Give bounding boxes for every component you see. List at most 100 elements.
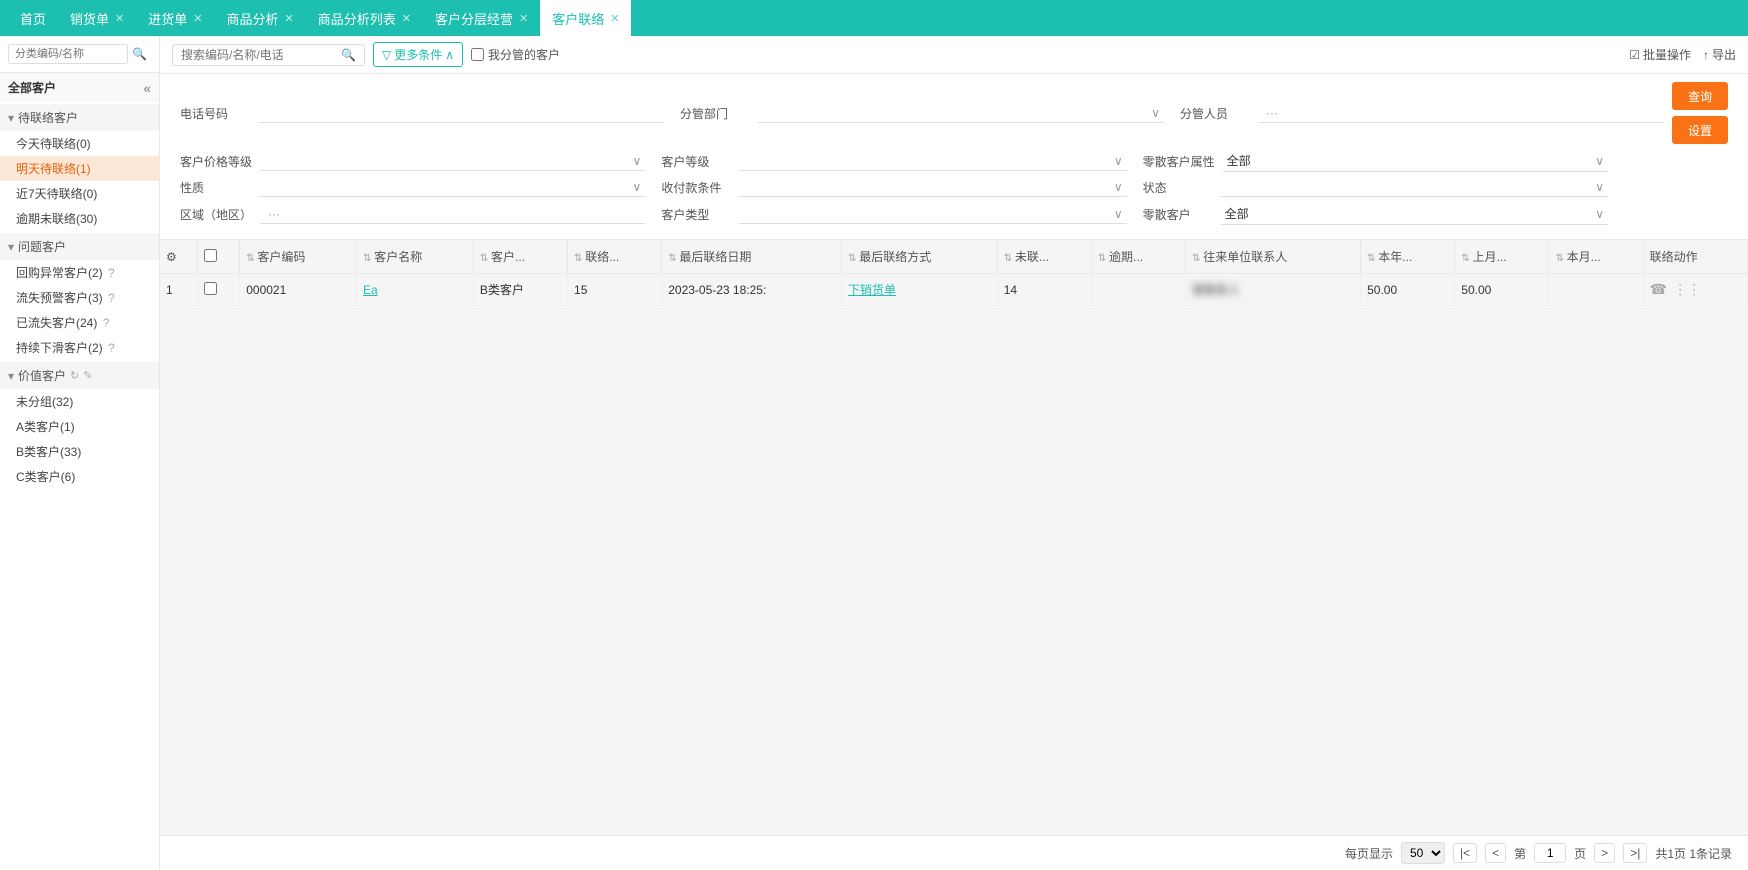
- my-customers-checkbox[interactable]: [471, 48, 484, 61]
- chevron-down-icon-4: ∨: [1595, 154, 1604, 168]
- close-customer-segment-tab[interactable]: ✕: [519, 12, 528, 25]
- sidebar-item-a-class[interactable]: A类客户(1): [0, 414, 159, 439]
- cell-last-month: 50.00: [1455, 274, 1549, 306]
- chevron-down-icon-5: ∨: [633, 180, 642, 194]
- search-button-icon[interactable]: 🔍: [341, 48, 356, 62]
- col-contact-count[interactable]: 联络...: [568, 240, 662, 274]
- col-this-year[interactable]: 本年...: [1361, 240, 1455, 274]
- action-contact-icon[interactable]: ☎: [1650, 281, 1667, 298]
- sidebar-item-overdue[interactable]: 逾期未联络(30): [0, 206, 159, 231]
- col-checkbox[interactable]: [198, 240, 240, 274]
- close-customer-contact-tab[interactable]: ✕: [610, 12, 619, 25]
- table-row: 1 000021 Ea B类客户 15 2023-05-23 18:25: 下销…: [160, 274, 1748, 306]
- filter-manager-select[interactable]: ···: [1258, 104, 1664, 123]
- filter-nature-select[interactable]: ∨: [258, 178, 645, 197]
- filter-region-cell: 区域（地区） ···: [172, 205, 653, 224]
- my-customers-checkbox-area[interactable]: 我分管的客户: [471, 46, 560, 63]
- col-last-contact-method[interactable]: 最后联络方式: [842, 240, 998, 274]
- pending-contact-group[interactable]: 待联络客户: [0, 104, 159, 131]
- nav-purchase[interactable]: 进货单 ✕: [136, 0, 214, 36]
- row-checkbox[interactable]: [204, 282, 217, 295]
- per-page-select[interactable]: 50: [1401, 842, 1445, 864]
- cell-index: 1: [160, 274, 198, 306]
- filter-payment-select[interactable]: ∨: [739, 178, 1126, 197]
- cell-checkbox[interactable]: [198, 274, 240, 306]
- filter-retail-attr-select[interactable]: 全部 ∨: [1223, 150, 1608, 172]
- filter-price-level-select[interactable]: ∨: [260, 152, 645, 171]
- filter-retail-customer-select[interactable]: 全部 ∨: [1221, 203, 1608, 225]
- settings-button[interactable]: 设置: [1672, 116, 1728, 144]
- sidebar-item-week[interactable]: 近7天待联络(0): [0, 181, 159, 206]
- chevron-down-icon-2: ∨: [633, 154, 642, 168]
- prev-page-button[interactable]: <: [1485, 843, 1506, 863]
- batch-ops-button[interactable]: ☑ 批量操作: [1629, 46, 1691, 63]
- action-more-icon[interactable]: ⋮⋮: [1673, 281, 1701, 298]
- col-code[interactable]: 客户编码: [240, 240, 357, 274]
- close-purchase-tab[interactable]: ✕: [193, 12, 202, 25]
- cell-associated-contacts: 某联系人: [1186, 274, 1361, 306]
- sidebar-item-continuous-decline[interactable]: 持续下滑客户(2) ?: [0, 335, 159, 360]
- close-sales-tab[interactable]: ✕: [115, 12, 124, 25]
- cell-last-contact-method[interactable]: 下销货单: [842, 274, 998, 306]
- sidebar-search-icon[interactable]: 🔍: [132, 47, 147, 61]
- help-icon-decline[interactable]: ?: [108, 341, 115, 355]
- sidebar-item-c-class[interactable]: C类客户(6): [0, 464, 159, 489]
- filter-customer-level-select[interactable]: ∨: [739, 152, 1126, 171]
- col-customer-type[interactable]: 客户...: [473, 240, 567, 274]
- sidebar-item-ungrouped[interactable]: 未分组(32): [0, 389, 159, 414]
- close-product-analysis-tab[interactable]: ✕: [285, 12, 294, 25]
- filter-phone-input[interactable]: [258, 104, 664, 123]
- query-button[interactable]: 查询: [1672, 82, 1728, 110]
- sidebar-search-area: 🔍: [0, 36, 159, 73]
- help-icon-repurchase[interactable]: ?: [108, 266, 115, 280]
- filter-retail-customer-label: 零散客户: [1143, 206, 1213, 223]
- nav-customer-contact[interactable]: 客户联络 ✕: [540, 0, 631, 36]
- problem-customer-group[interactable]: 问题客户: [0, 233, 159, 260]
- col-name[interactable]: 客户名称: [357, 240, 474, 274]
- close-product-analysis-list-tab[interactable]: ✕: [402, 12, 411, 25]
- help-icon-loss-risk[interactable]: ?: [108, 291, 115, 305]
- col-this-month[interactable]: 本月...: [1549, 240, 1643, 274]
- sidebar-item-today[interactable]: 今天待联络(0): [0, 131, 159, 156]
- col-settings[interactable]: ⚙: [160, 240, 198, 274]
- search-input[interactable]: [181, 48, 341, 62]
- filter-department-select[interactable]: ∨: [758, 104, 1164, 123]
- sidebar-search-input[interactable]: [8, 44, 128, 64]
- first-page-button[interactable]: |<: [1453, 843, 1477, 863]
- col-associated-contacts[interactable]: 往来单位联系人: [1186, 240, 1361, 274]
- filter-customer-type-select[interactable]: ∨: [739, 205, 1126, 224]
- col-last-month[interactable]: 上月...: [1455, 240, 1549, 274]
- nav-sales[interactable]: 销货单 ✕: [58, 0, 136, 36]
- sidebar-item-lost[interactable]: 已流失客户(24) ?: [0, 310, 159, 335]
- filter-region-select[interactable]: ···: [260, 205, 645, 224]
- sidebar-item-repurchase-abnormal[interactable]: 回购异常客户(2) ?: [0, 260, 159, 285]
- value-customer-group[interactable]: 价值客户 ↻ ✎: [0, 362, 159, 389]
- col-last-contact-date[interactable]: 最后联络日期: [662, 240, 842, 274]
- sidebar-item-tomorrow[interactable]: 明天待联络(1): [0, 156, 159, 181]
- help-icon-lost[interactable]: ?: [103, 316, 110, 330]
- sidebar-item-loss-risk[interactable]: 流失预警客户(3) ?: [0, 285, 159, 310]
- customers-table: ⚙ 客户编码 客户名称 客户... 联络... 最后联络日期 最后联络方式 未联…: [160, 240, 1748, 306]
- page-number-input[interactable]: [1534, 843, 1566, 863]
- sidebar-item-b-class[interactable]: B类客户(33): [0, 439, 159, 464]
- region-more-icon[interactable]: ···: [268, 207, 280, 221]
- last-page-button[interactable]: >|: [1623, 843, 1647, 863]
- next-page-button[interactable]: >: [1594, 843, 1615, 863]
- more-conditions-button[interactable]: ▽ 更多条件 ∧: [373, 42, 463, 67]
- filter-status-cell: 状态 ∨: [1135, 178, 1616, 197]
- nav-customer-segment[interactable]: 客户分层经营 ✕: [423, 0, 540, 36]
- filter-status-select[interactable]: ∨: [1221, 178, 1608, 197]
- all-customers-header[interactable]: 全部客户 «: [0, 73, 159, 102]
- cell-name[interactable]: Ea: [357, 274, 474, 306]
- value-group-refresh-icon[interactable]: ↻: [70, 369, 79, 382]
- nav-product-analysis[interactable]: 商品分析 ✕: [214, 0, 305, 36]
- manager-more-icon[interactable]: ···: [1266, 106, 1278, 120]
- nav-home[interactable]: 首页: [8, 0, 58, 36]
- col-overdue[interactable]: 逾期...: [1091, 240, 1185, 274]
- select-all-checkbox[interactable]: [204, 249, 217, 262]
- value-group-edit-icon[interactable]: ✎: [83, 369, 92, 382]
- export-button[interactable]: ↑ 导出: [1703, 46, 1736, 63]
- col-no-contact[interactable]: 未联...: [997, 240, 1091, 274]
- cell-last-contact-date: 2023-05-23 18:25:: [662, 274, 842, 306]
- nav-product-analysis-list[interactable]: 商品分析列表 ✕: [306, 0, 423, 36]
